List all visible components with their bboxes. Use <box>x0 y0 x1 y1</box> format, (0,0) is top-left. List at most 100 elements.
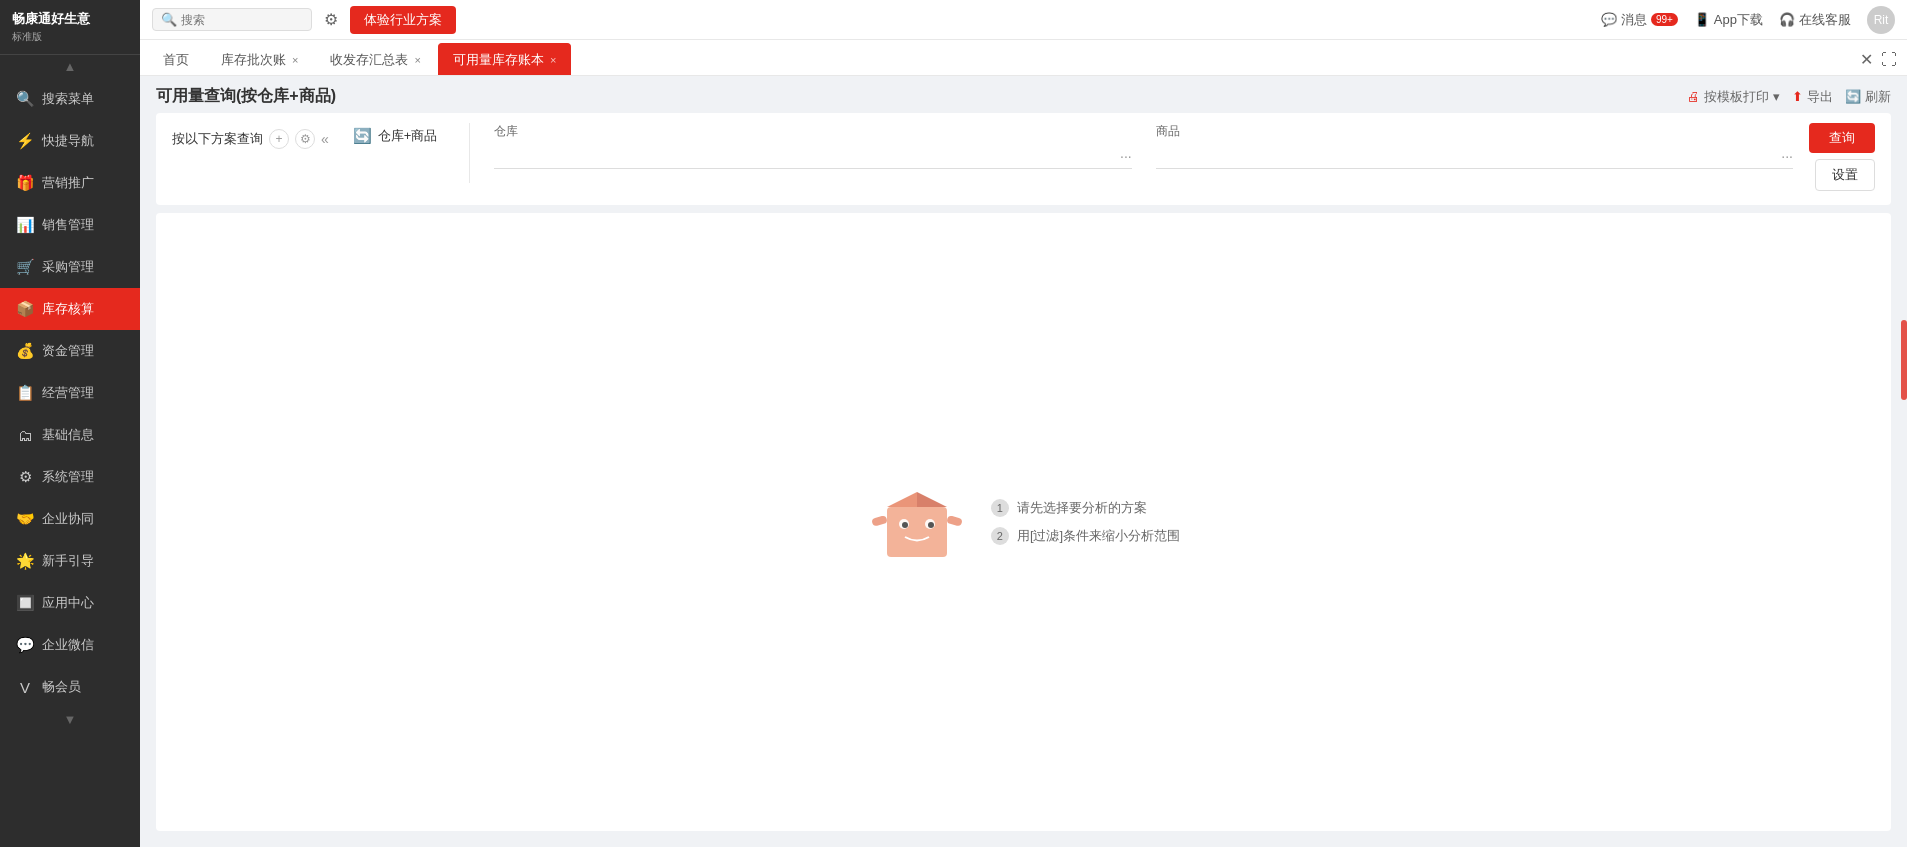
sidebar-item-shortcut[interactable]: ⚡ 快捷导航 <box>0 120 140 162</box>
product-dots-icon[interactable]: ··· <box>1781 148 1793 164</box>
page-title: 可用量查询(按仓库+商品) <box>156 86 336 107</box>
scheme-list: 🔄 仓库+商品 <box>345 123 446 149</box>
sidebar-label-system: 系统管理 <box>42 468 94 486</box>
product-input[interactable] <box>1156 149 1776 164</box>
svg-marker-1 <box>887 492 917 507</box>
tabs-bar: 首页库存批次账× 收发存汇总表 × 可用量库存账本 × ✕ ⛶ <box>140 40 1907 76</box>
avatar[interactable]: Rit <box>1867 6 1895 34</box>
sidebar-icon-search: 🔍 <box>16 90 34 108</box>
sidebar-item-apps[interactable]: 🔲 应用中心 <box>0 582 140 624</box>
sidebar-icon-sales: 📊 <box>16 216 34 234</box>
trial-btn[interactable]: 体验行业方案 <box>350 6 456 34</box>
sidebar-label-basics: 基础信息 <box>42 426 94 444</box>
sidebar-label-apps: 应用中心 <box>42 594 94 612</box>
sidebar-item-member[interactable]: V 畅会员 <box>0 666 140 708</box>
print-label: 按模板打印 <box>1704 88 1769 106</box>
scheme-item-icon: 🔄 <box>353 127 372 145</box>
sidebar-item-sales[interactable]: 📊 销售管理 <box>0 204 140 246</box>
sidebar: 畅康通好生意 标准版 ▲ 🔍 搜索菜单 ⚡ 快捷导航 🎁 营销推广 📊 销售管理… <box>0 0 140 847</box>
sidebar-icon-inventory: 📦 <box>16 300 34 318</box>
warehouse-input[interactable] <box>494 149 1114 164</box>
refresh-btn[interactable]: 🔄 刷新 <box>1845 88 1891 106</box>
product-label: 商品 <box>1156 123 1793 140</box>
scheme-item-label: 仓库+商品 <box>378 127 438 145</box>
message-btn[interactable]: 💬 消息 99+ <box>1601 11 1678 29</box>
collapse-scheme-btn[interactable]: « <box>321 131 329 147</box>
svg-point-5 <box>902 522 908 528</box>
scroll-up-btn[interactable]: ▲ <box>0 55 140 78</box>
print-btn[interactable]: 🖨 按模板打印 ▾ <box>1687 88 1780 106</box>
online-service-btn[interactable]: 🎧 在线客服 <box>1779 11 1851 29</box>
sidebar-item-wechat[interactable]: 💬 企业微信 <box>0 624 140 666</box>
sidebar-label-member: 畅会员 <box>42 678 81 696</box>
scheme-label-text: 按以下方案查询 <box>172 130 263 148</box>
sidebar-icon-shortcut: ⚡ <box>16 132 34 150</box>
topbar-right: 💬 消息 99+ 📱 App下载 🎧 在线客服 Rit <box>1601 6 1895 34</box>
tab-recv-summary[interactable]: 收发存汇总表 × <box>315 43 435 75</box>
warehouse-field: 仓库 ··· <box>494 123 1131 169</box>
scheme-settings-btn[interactable]: ⚙ <box>295 129 315 149</box>
query-divider <box>469 123 470 183</box>
tip-text-2: 用[过滤]条件来缩小分析范围 <box>1017 527 1180 545</box>
sidebar-item-inventory[interactable]: 📦 库存核算 <box>0 288 140 330</box>
sidebar-item-enterprise[interactable]: 🤝 企业协同 <box>0 498 140 540</box>
gear-icon[interactable]: ⚙ <box>320 6 342 33</box>
sidebar-icon-guide: 🌟 <box>16 552 34 570</box>
sidebar-item-marketing[interactable]: 🎁 营销推广 <box>0 162 140 204</box>
sidebar-label-inventory: 库存核算 <box>42 300 94 318</box>
search-input[interactable] <box>181 13 281 27</box>
svg-rect-7 <box>871 515 888 527</box>
sidebar-icon-member: V <box>16 679 34 696</box>
sidebar-item-system[interactable]: ⚙ 系统管理 <box>0 456 140 498</box>
empty-state-content: 1 请先选择要分析的方案 2 用[过滤]条件来缩小分析范围 <box>867 472 1180 572</box>
sidebar-item-search[interactable]: 🔍 搜索菜单 <box>0 78 140 120</box>
sidebar-item-guide[interactable]: 🌟 新手引导 <box>0 540 140 582</box>
sidebar-label-enterprise: 企业协同 <box>42 510 94 528</box>
sidebar-item-basics[interactable]: 🗂 基础信息 <box>0 414 140 456</box>
query-scheme-label: 按以下方案查询 + ⚙ « <box>172 123 329 149</box>
tabs-actions: ✕ ⛶ <box>1858 48 1899 75</box>
svg-rect-0 <box>887 507 947 557</box>
tab-batch-ledger[interactable]: 库存批次账× <box>206 43 313 75</box>
sidebar-label-sales: 销售管理 <box>42 216 94 234</box>
tab-label-available-ledger: 可用量库存账本 <box>453 51 544 69</box>
query-btn[interactable]: 查询 <box>1809 123 1875 153</box>
tab-close-batch-ledger[interactable]: × <box>292 54 298 66</box>
tab-label-recv-summary: 收发存汇总表 <box>330 51 408 69</box>
tab-close-available-ledger[interactable]: × <box>550 54 556 66</box>
warehouse-dots-icon[interactable]: ··· <box>1120 148 1132 164</box>
empty-state: 1 请先选择要分析的方案 2 用[过滤]条件来缩小分析范围 <box>156 213 1891 831</box>
scroll-down-btn[interactable]: ▼ <box>0 708 140 731</box>
empty-tip-2: 2 用[过滤]条件来缩小分析范围 <box>991 527 1180 545</box>
main-area: 🔍 ⚙ 体验行业方案 💬 消息 99+ 📱 App下载 🎧 在线客服 Rit <box>140 0 1907 847</box>
sidebar-icon-wechat: 💬 <box>16 636 34 654</box>
topbar-search-box[interactable]: 🔍 <box>152 8 312 31</box>
topbar: 🔍 ⚙ 体验行业方案 💬 消息 99+ 📱 App下载 🎧 在线客服 Rit <box>140 0 1907 40</box>
add-scheme-btn[interactable]: + <box>269 129 289 149</box>
sidebar-item-finance[interactable]: 💰 资金管理 <box>0 330 140 372</box>
page-header: 可用量查询(按仓库+商品) 🖨 按模板打印 ▾ ⬆ 导出 🔄 刷新 <box>140 76 1907 113</box>
app-download-btn[interactable]: 📱 App下载 <box>1694 11 1763 29</box>
close-tab-btn[interactable]: ✕ <box>1858 48 1875 71</box>
refresh-icon: 🔄 <box>1845 89 1861 104</box>
tab-available-ledger[interactable]: 可用量库存账本 × <box>438 43 571 75</box>
tab-close-recv-summary[interactable]: × <box>414 54 420 66</box>
svg-marker-2 <box>917 492 947 507</box>
right-scrollbar[interactable] <box>1901 320 1907 400</box>
tab-home[interactable]: 首页 <box>148 43 204 75</box>
sidebar-icon-enterprise: 🤝 <box>16 510 34 528</box>
settings-btn[interactable]: 设置 <box>1815 159 1875 191</box>
sidebar-label-guide: 新手引导 <box>42 552 94 570</box>
svg-rect-8 <box>946 515 963 527</box>
maximize-tab-btn[interactable]: ⛶ <box>1879 49 1899 71</box>
sidebar-item-operations[interactable]: 📋 经营管理 <box>0 372 140 414</box>
sidebar-label-shortcut: 快捷导航 <box>42 132 94 150</box>
message-label: 消息 <box>1621 11 1647 29</box>
app-version: 标准版 <box>12 30 128 44</box>
export-btn[interactable]: ⬆ 导出 <box>1792 88 1833 106</box>
print-dropdown-icon[interactable]: ▾ <box>1773 89 1780 104</box>
scheme-item-warehouse-product[interactable]: 🔄 仓库+商品 <box>345 123 446 149</box>
sidebar-logo: 畅康通好生意 标准版 <box>0 0 140 55</box>
sidebar-item-purchase[interactable]: 🛒 采购管理 <box>0 246 140 288</box>
search-icon: 🔍 <box>161 12 177 27</box>
